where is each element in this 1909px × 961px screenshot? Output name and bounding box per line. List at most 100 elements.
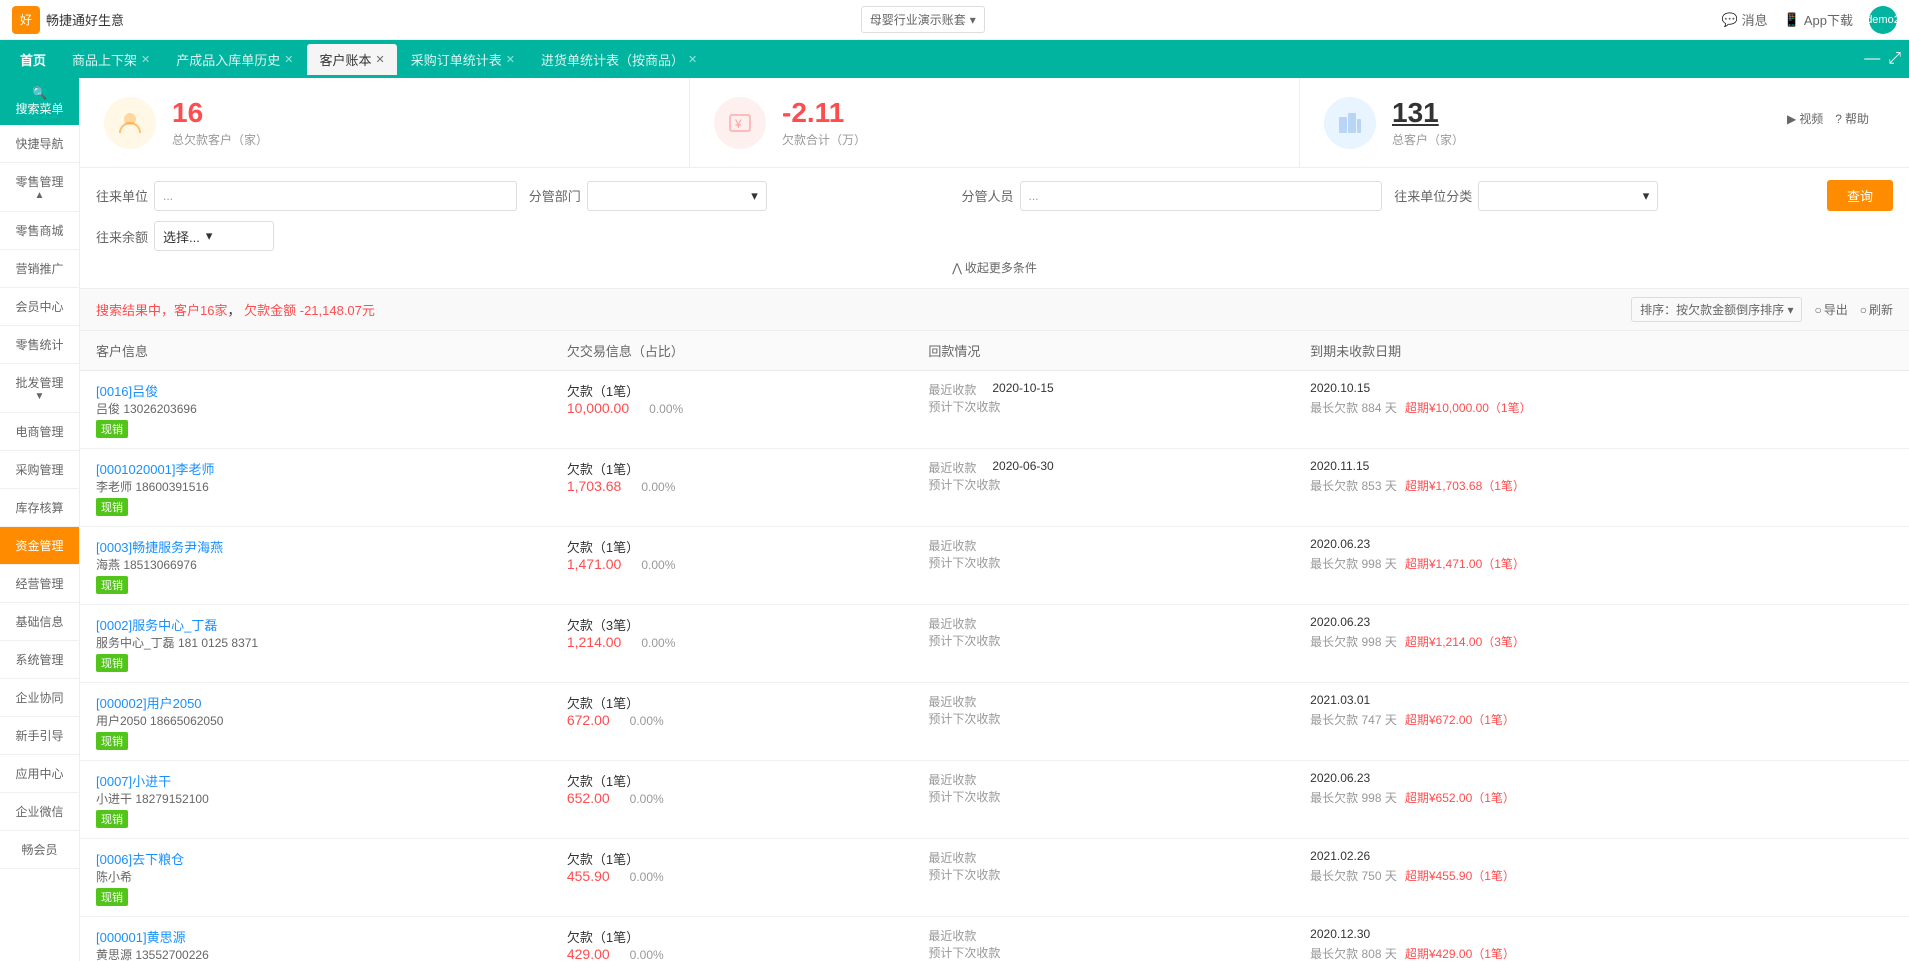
customer-name-5[interactable]: [0007]小进干 (96, 771, 535, 790)
cell-customer-0: [0016]吕俊 吕俊 13026203696 现销 (80, 371, 551, 449)
stat-icon-customers (104, 97, 156, 149)
cell-payment-0: 最近收款 2020-10-15 预计下次收款 (912, 371, 1294, 449)
tab-product-history-close[interactable]: ✕ (284, 53, 293, 66)
export-label: 导出 (1824, 301, 1848, 318)
sidebar-item-batch-mgmt[interactable]: 批发管理 ▼ (0, 364, 79, 413)
tab-home[interactable]: 首页 (8, 44, 58, 75)
sidebar-item-retail-stats[interactable]: 零售统计 (0, 326, 79, 364)
sidebar-item-basic-info[interactable]: 基础信息 (0, 603, 79, 641)
sidebar-item-retail-mall[interactable]: 零售商城 (0, 212, 79, 250)
app-download-btn[interactable]: 📱 App下载 (1784, 10, 1853, 29)
export-button[interactable]: ○ 导出 (1814, 301, 1847, 318)
filter-dept-input[interactable]: ▾ (587, 181, 767, 211)
owe-amount-5: 652.00 (567, 790, 610, 806)
sidebar-item-app-center[interactable]: 应用中心 (0, 755, 79, 793)
due-date-3: 2020.06.23 (1310, 615, 1893, 629)
table-wrapper: 客户信息 欠交易信息（占比） 回款情况 到期未收款日期 [0016]吕俊 吕俊 … (80, 331, 1909, 961)
stat-card-total: 131 总客户（家） ▶ 视频 ? 帮助 (1300, 78, 1909, 167)
sidebar-item-ecommerce[interactable]: 电商管理 (0, 413, 79, 451)
stat-info-total: 131 总客户（家） (1392, 97, 1464, 148)
message-icon: 💬 (1721, 12, 1737, 28)
filter-person-input[interactable]: ... (1020, 181, 1383, 211)
search-button[interactable]: 查询 (1827, 180, 1893, 211)
sidebar-item-marketing[interactable]: 营销推广 (0, 250, 79, 288)
stat-icon-amount: ¥ (714, 97, 766, 149)
sidebar-item-quick-nav[interactable]: 快捷导航 (0, 125, 79, 163)
overdue-days-2: 最长欠款 998 天 (1310, 555, 1397, 572)
filter-balance-select[interactable]: 选择... ▾ (154, 221, 274, 251)
sidebar-item-operations[interactable]: 经营管理 (0, 565, 79, 603)
tab-purchase-summary-close[interactable]: ✕ (506, 53, 515, 66)
cell-due-4: 2021.03.01 最长欠款 747 天 超期¥672.00（1笔） (1294, 683, 1909, 761)
customer-name-4[interactable]: [000002]用户2050 (96, 693, 535, 712)
sidebar-item-enterprise[interactable]: 企业协同 (0, 679, 79, 717)
owe-amount-4: 672.00 (567, 712, 610, 728)
overdue-link-4[interactable]: 超期¥672.00（1笔） (1405, 711, 1515, 728)
customer-name-1[interactable]: [0001020001]李老师 (96, 459, 535, 478)
tab-product-shelf[interactable]: 商品上下架 ✕ (60, 44, 162, 75)
sidebar-item-corp-wechat[interactable]: 企业微信 (0, 793, 79, 831)
filter-supplier: 往来单位 ... (96, 181, 517, 211)
message-btn[interactable]: 💬 消息 (1721, 10, 1767, 29)
overdue-link-7[interactable]: 超期¥429.00（1笔） (1405, 945, 1515, 961)
filter-balance-label: 往来余额 (96, 227, 148, 246)
video-btn[interactable]: ▶ 视频 (1787, 110, 1823, 127)
recent-label-6: 最近收款 (928, 849, 976, 866)
customer-table: 客户信息 欠交易信息（占比） 回款情况 到期未收款日期 [0016]吕俊 吕俊 … (80, 331, 1909, 961)
help-btn[interactable]: ? 帮助 (1835, 110, 1869, 127)
sidebar-item-member[interactable]: 会员中心 (0, 288, 79, 326)
tab-bar-right: — ⤢ (1864, 50, 1901, 68)
next-payment-7: 预计下次收款 (928, 944, 1278, 961)
recent-date-1: 2020-06-30 (992, 459, 1053, 476)
filter-supplier-input[interactable]: ... (154, 181, 517, 211)
overdue-link-0[interactable]: 超期¥10,000.00（1笔） (1405, 399, 1532, 416)
tab-customer-account[interactable]: 客户账本 ✕ (307, 44, 396, 75)
table-row: [0001020001]李老师 李老师 18600391516 现销 欠款（1笔… (80, 449, 1909, 527)
sidebar-item-finance[interactable]: 资金管理 (0, 527, 79, 565)
sidebar-item-purchase[interactable]: 采购管理 (0, 451, 79, 489)
filter-area: 往来单位 ... 分管部门 ▾ 分管人员 ... (80, 168, 1909, 289)
sidebar-search[interactable]: 🔍 搜索菜单 (0, 78, 79, 125)
filter-dept: 分管部门 ▾ (529, 181, 950, 211)
overdue-link-3[interactable]: 超期¥1,214.00（3笔） (1405, 633, 1525, 650)
top-right: 💬 消息 📱 App下载 demo2 (1721, 6, 1897, 34)
customer-name-2[interactable]: [0003]畅捷服务尹海燕 (96, 537, 535, 556)
overdue-link-6[interactable]: 超期¥455.90（1笔） (1405, 867, 1515, 884)
sidebar-item-vip-member[interactable]: 畅会员 (0, 831, 79, 869)
cell-due-2: 2020.06.23 最长欠款 998 天 超期¥1,471.00（1笔） (1294, 527, 1909, 605)
customer-name-0[interactable]: [0016]吕俊 (96, 381, 535, 400)
filter-category-input[interactable]: ▾ (1478, 181, 1658, 211)
sort-selector[interactable]: 排序：按欠款金额倒序排序 ▾ (1631, 297, 1802, 322)
sidebar-item-retail-mgmt[interactable]: 零售管理 ▲ (0, 163, 79, 212)
cell-owe-6: 欠款（1笔） 455.90 0.00% (551, 839, 912, 917)
sidebar-item-inventory[interactable]: 库存核算 (0, 489, 79, 527)
tab-purchase-summary[interactable]: 采购订单统计表 ✕ (399, 44, 527, 75)
table-row: [0003]畅捷服务尹海燕 海燕 18513066976 现销 欠款（1笔） 1… (80, 527, 1909, 605)
overdue-link-5[interactable]: 超期¥652.00（1笔） (1405, 789, 1515, 806)
tab-import-summary[interactable]: 进货单统计表（按商品） ✕ (529, 44, 709, 75)
due-date-2: 2020.06.23 (1310, 537, 1893, 551)
industry-selector[interactable]: 母婴行业演示账套 ▾ (861, 6, 985, 33)
next-payment-4: 预计下次收款 (928, 710, 1278, 727)
collapse-button[interactable]: ⋀ 收起更多条件 (952, 259, 1037, 276)
sidebar-item-system[interactable]: 系统管理 (0, 641, 79, 679)
col-payment-status: 回款情况 (912, 331, 1294, 371)
result-info: 搜索结果中，客户16家， 欠款金额 -21,148.07元 (96, 300, 375, 319)
refresh-button[interactable]: ○ 刷新 (1860, 301, 1893, 318)
customer-name-6[interactable]: [0006]去下粮仓 (96, 849, 535, 868)
tab-product-history[interactable]: 产成品入库单历史 ✕ (164, 44, 305, 75)
owe-count-1: 欠款（1笔） (567, 459, 896, 478)
minimize-icon[interactable]: — (1864, 50, 1880, 68)
user-menu[interactable]: demo2 (1869, 6, 1897, 34)
tab-product-shelf-close[interactable]: ✕ (141, 53, 150, 66)
sidebar-item-guide[interactable]: 新手引导 (0, 717, 79, 755)
tab-customer-account-close[interactable]: ✕ (376, 53, 385, 66)
customer-name-7[interactable]: [000001]黄思源 (96, 927, 535, 946)
due-date-6: 2021.02.26 (1310, 849, 1893, 863)
cell-due-3: 2020.06.23 最长欠款 998 天 超期¥1,214.00（3笔） (1294, 605, 1909, 683)
customer-name-3[interactable]: [0002]服务中心_丁磊 (96, 615, 535, 634)
maximize-icon[interactable]: ⤢ (1888, 50, 1901, 68)
overdue-link-2[interactable]: 超期¥1,471.00（1笔） (1405, 555, 1525, 572)
overdue-link-1[interactable]: 超期¥1,703.68（1笔） (1405, 477, 1525, 494)
tab-import-summary-close[interactable]: ✕ (688, 53, 697, 66)
